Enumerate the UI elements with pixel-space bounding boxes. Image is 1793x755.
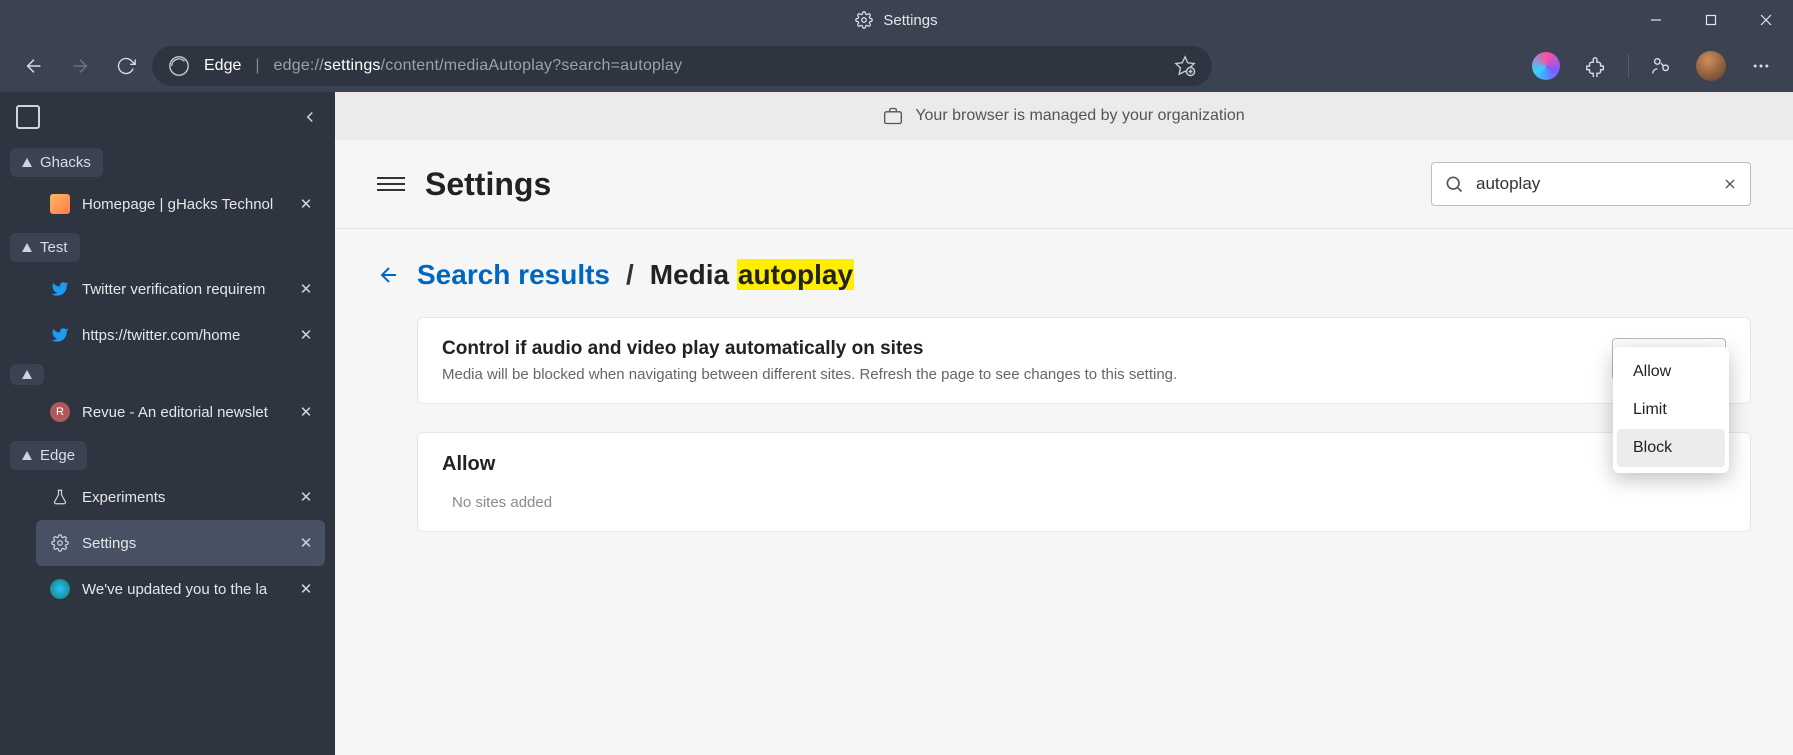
edge-logo-icon bbox=[168, 55, 190, 77]
nav-refresh-button[interactable] bbox=[106, 46, 146, 86]
tab-group-unnamed[interactable] bbox=[10, 364, 44, 385]
twitter-favicon-icon bbox=[50, 279, 70, 299]
tab-group-label: Ghacks bbox=[40, 154, 91, 171]
profile-avatar[interactable] bbox=[1693, 48, 1729, 84]
tab-title: We've updated you to the la bbox=[82, 581, 283, 598]
settings-search-input[interactable] bbox=[1476, 174, 1710, 194]
tab-item-active[interactable]: Settings ✕ bbox=[36, 520, 325, 566]
edge-favicon-icon bbox=[50, 579, 70, 599]
tab-title: Settings bbox=[82, 535, 283, 552]
settings-search-box[interactable] bbox=[1431, 162, 1751, 206]
settings-gear-icon bbox=[855, 11, 873, 29]
window-title: Settings bbox=[883, 12, 937, 29]
autoplay-dropdown-menu: Allow Limit Block bbox=[1613, 347, 1729, 473]
dropdown-option-limit[interactable]: Limit bbox=[1617, 391, 1725, 429]
more-menu-icon[interactable] bbox=[1743, 48, 1779, 84]
settings-header: Settings bbox=[335, 140, 1793, 229]
triangle-icon bbox=[22, 158, 32, 167]
allow-sites-card: Allow No sites added bbox=[417, 432, 1751, 532]
nav-forward-button[interactable] bbox=[60, 46, 100, 86]
address-bar[interactable]: Edge | edge://settings/content/mediaAuto… bbox=[152, 46, 1212, 86]
browser-toolbar: Edge | edge://settings/content/mediaAuto… bbox=[0, 40, 1793, 92]
tab-close-button[interactable]: ✕ bbox=[295, 534, 317, 552]
triangle-icon bbox=[22, 370, 32, 379]
window-maximize-button[interactable] bbox=[1683, 0, 1738, 40]
copilot-icon[interactable] bbox=[1528, 48, 1564, 84]
extensions-icon[interactable] bbox=[1578, 48, 1614, 84]
tab-item[interactable]: We've updated you to the la ✕ bbox=[36, 566, 325, 612]
flask-favicon-icon bbox=[50, 487, 70, 507]
triangle-icon bbox=[22, 451, 32, 460]
dropdown-option-block[interactable]: Block bbox=[1617, 429, 1725, 467]
card-subtitle: Media will be blocked when navigating be… bbox=[442, 366, 1592, 383]
sidebar-toggle-icon[interactable] bbox=[16, 105, 40, 129]
tab-group-test[interactable]: Test bbox=[10, 233, 80, 262]
org-banner-text: Your browser is managed by your organiza… bbox=[915, 107, 1244, 125]
search-clear-button[interactable] bbox=[1722, 176, 1738, 192]
account-link-icon[interactable] bbox=[1643, 48, 1679, 84]
tab-group-edge[interactable]: Edge bbox=[10, 441, 87, 470]
card-title: Allow bbox=[442, 453, 1726, 476]
window-close-button[interactable] bbox=[1738, 0, 1793, 40]
tab-item[interactable]: R Revue - An editorial newslet ✕ bbox=[36, 389, 325, 435]
vertical-tabs-sidebar: Ghacks Homepage | gHacks Technol ✕ Test … bbox=[0, 92, 335, 755]
tab-close-button[interactable]: ✕ bbox=[295, 403, 317, 421]
address-identity: Edge bbox=[204, 57, 241, 75]
tab-close-button[interactable]: ✕ bbox=[295, 488, 317, 506]
breadcrumb: Search results / Media autoplay bbox=[377, 259, 1751, 291]
card-title: Control if audio and video play automati… bbox=[442, 338, 1592, 360]
tab-close-button[interactable]: ✕ bbox=[295, 195, 317, 213]
tab-item[interactable]: Homepage | gHacks Technol ✕ bbox=[36, 181, 325, 227]
tab-group-ghacks[interactable]: Ghacks bbox=[10, 148, 103, 177]
tab-item[interactable]: Twitter verification requirem ✕ bbox=[36, 266, 325, 312]
breadcrumb-back-button[interactable] bbox=[377, 263, 401, 287]
tab-group-label: Edge bbox=[40, 447, 75, 464]
tab-title: https://twitter.com/home bbox=[82, 327, 283, 344]
org-managed-banner: Your browser is managed by your organiza… bbox=[335, 92, 1793, 140]
dropdown-option-allow[interactable]: Allow bbox=[1617, 353, 1725, 391]
favorite-star-icon[interactable] bbox=[1174, 55, 1196, 77]
window-minimize-button[interactable] bbox=[1628, 0, 1683, 40]
tab-title: Revue - An editorial newslet bbox=[82, 404, 283, 421]
revue-favicon-icon: R bbox=[50, 402, 70, 422]
search-icon bbox=[1444, 174, 1464, 194]
empty-state-text: No sites added bbox=[442, 494, 1726, 511]
breadcrumb-current: Media autoplay bbox=[650, 259, 854, 291]
tab-close-button[interactable]: ✕ bbox=[295, 580, 317, 598]
breadcrumb-link[interactable]: Search results bbox=[417, 259, 610, 291]
tab-title: Experiments bbox=[82, 489, 283, 506]
briefcase-icon bbox=[883, 106, 903, 126]
tab-group-label: Test bbox=[40, 239, 68, 256]
ghacks-favicon-icon bbox=[50, 194, 70, 214]
autoplay-control-card: Control if audio and video play automati… bbox=[417, 317, 1751, 404]
sidebar-collapse-icon[interactable] bbox=[301, 108, 319, 126]
settings-content: Your browser is managed by your organiza… bbox=[335, 92, 1793, 755]
address-url: edge://settings/content/mediaAutoplay?se… bbox=[274, 57, 683, 75]
tab-close-button[interactable]: ✕ bbox=[295, 326, 317, 344]
titlebar: Settings bbox=[0, 0, 1793, 40]
tab-title: Homepage | gHacks Technol bbox=[82, 196, 283, 213]
settings-heading: Settings bbox=[425, 166, 551, 203]
gear-favicon-icon bbox=[50, 533, 70, 553]
triangle-icon bbox=[22, 243, 32, 252]
tab-item[interactable]: https://twitter.com/home ✕ bbox=[36, 312, 325, 358]
settings-menu-button[interactable] bbox=[377, 173, 405, 195]
nav-back-button[interactable] bbox=[14, 46, 54, 86]
twitter-favicon-icon bbox=[50, 325, 70, 345]
tab-close-button[interactable]: ✕ bbox=[295, 280, 317, 298]
tab-title: Twitter verification requirem bbox=[82, 281, 283, 298]
tab-item[interactable]: Experiments ✕ bbox=[36, 474, 325, 520]
